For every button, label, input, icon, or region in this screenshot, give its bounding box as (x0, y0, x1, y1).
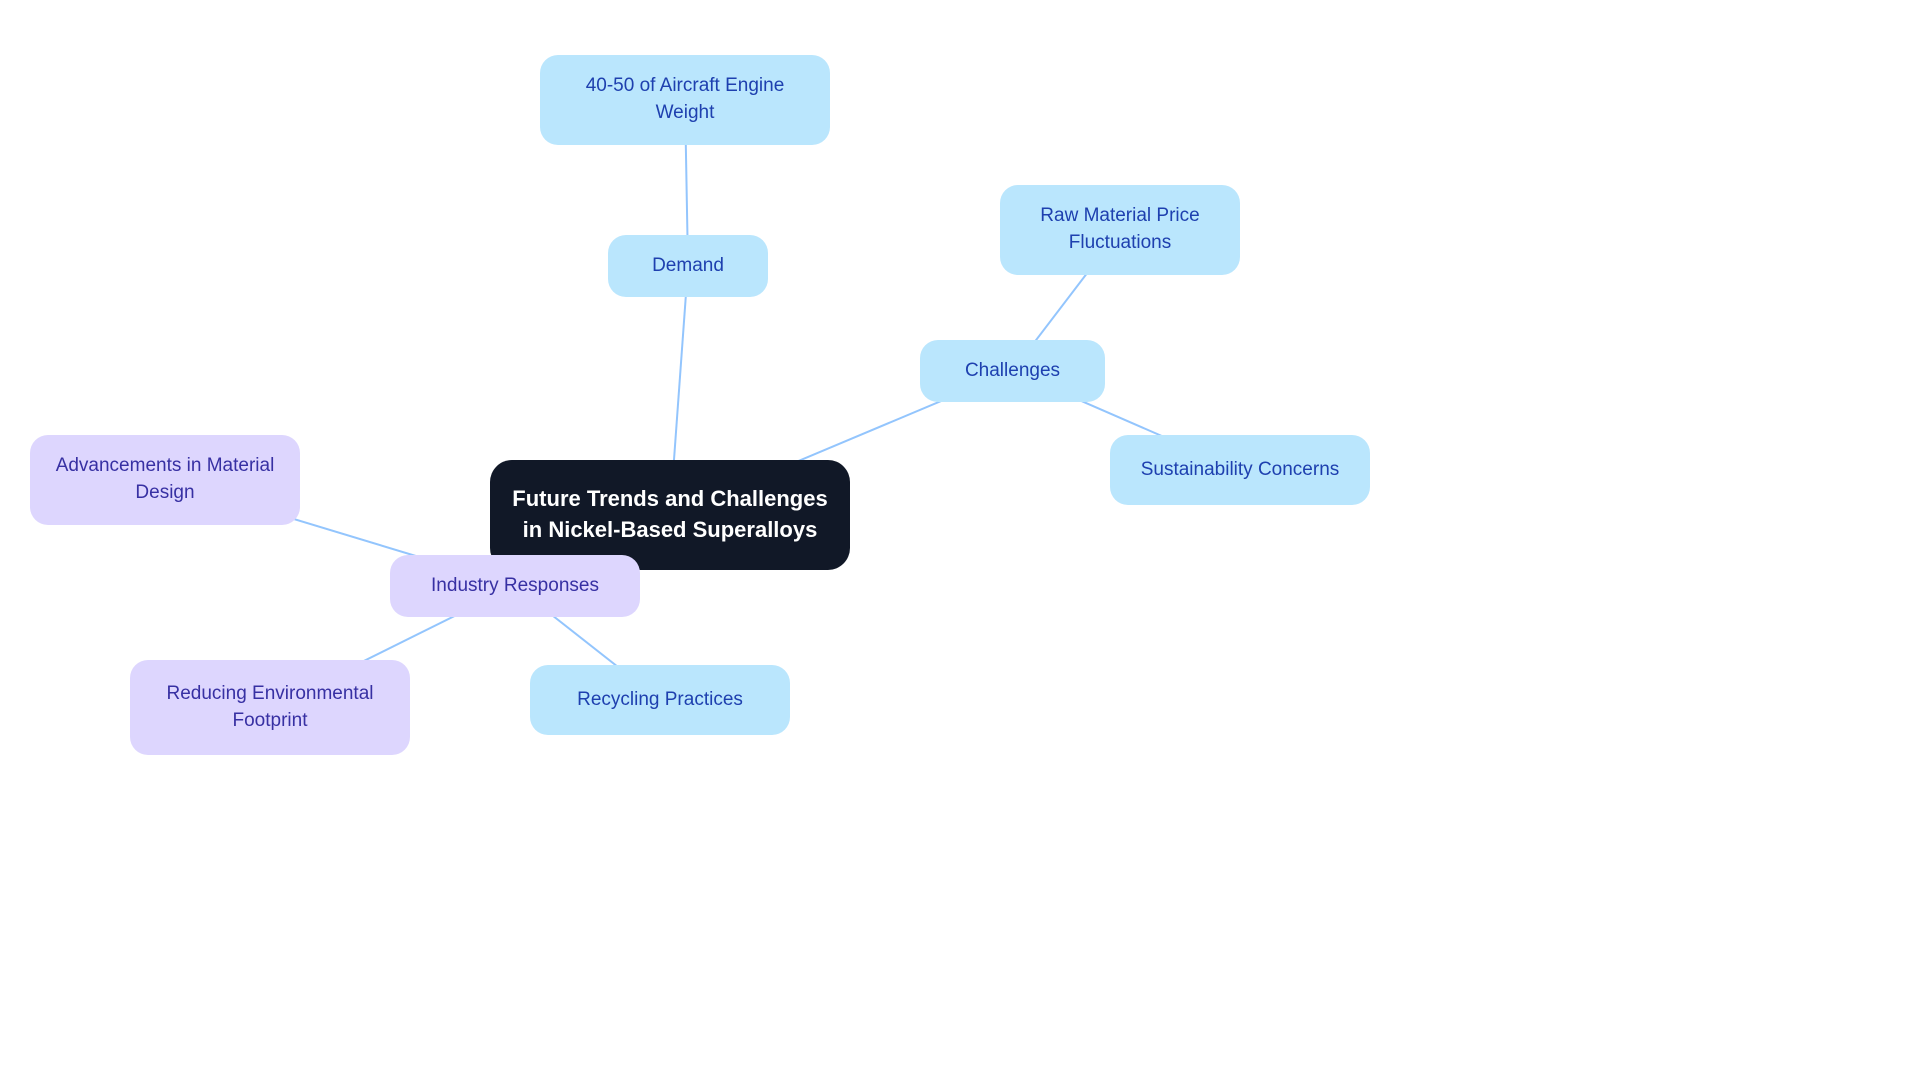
center-node: Future Trends and Challenges in Nickel-B… (490, 460, 850, 570)
demand-node: Demand (608, 235, 768, 297)
raw-material-node: Raw Material Price Fluctuations (1000, 185, 1240, 275)
sustainability-node: Sustainability Concerns (1110, 435, 1370, 505)
advancements-node: Advancements in Material Design (30, 435, 300, 525)
industry-responses-node: Industry Responses (390, 555, 640, 617)
aircraft-weight-node: 40-50 of Aircraft Engine Weight (540, 55, 830, 145)
reducing-footprint-node: Reducing Environmental Footprint (130, 660, 410, 755)
recycling-node: Recycling Practices (530, 665, 790, 735)
challenges-node: Challenges (920, 340, 1105, 402)
